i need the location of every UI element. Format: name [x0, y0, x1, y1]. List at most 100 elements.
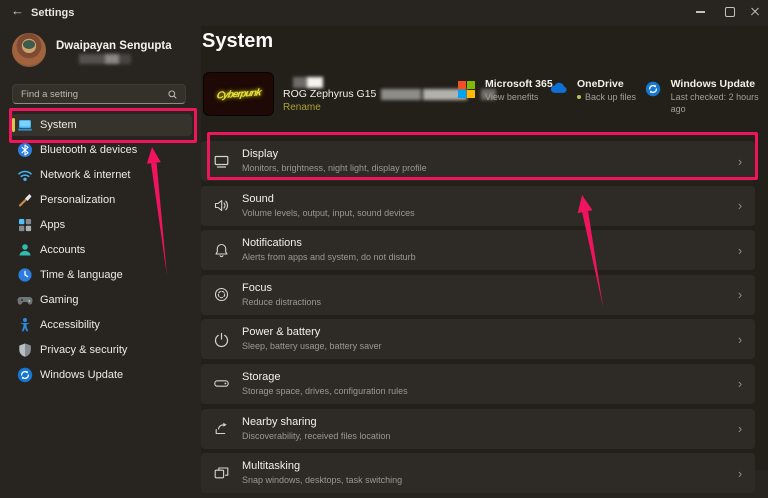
sidebar-item-label: Gaming	[40, 294, 79, 306]
settings-row-nearby-sharing[interactable]: Nearby sharing Discoverability, received …	[201, 409, 755, 449]
redacted-device-name	[293, 77, 323, 88]
benefit-title: Windows Update	[671, 78, 768, 91]
sidebar-item-label: Accounts	[40, 244, 85, 256]
row-title: Display	[242, 148, 725, 161]
row-subtitle: Discoverability, received files location	[242, 431, 725, 442]
personalization-icon	[17, 192, 33, 208]
minimize-icon	[696, 11, 705, 12]
sidebar-nav: System Bluetooth & devices Network & inter…	[10, 114, 192, 389]
search-box[interactable]	[12, 84, 186, 104]
cyberpunk-logo: Cyberpunk	[216, 87, 262, 101]
main-content: System Cyberpunk ROG Zephyrus G15 Rename…	[201, 26, 768, 470]
row-subtitle: Sleep, battery usage, battery saver	[242, 341, 725, 352]
rename-link[interactable]: Rename	[283, 102, 321, 113]
chevron-right-icon: ›	[725, 466, 755, 481]
sidebar-item-personalization[interactable]: Personalization	[10, 189, 192, 211]
profile-name: Dwaipayan Sengupta	[56, 40, 172, 52]
multitasking-icon	[213, 465, 230, 482]
sidebar-item-label: Network & internet	[40, 169, 130, 181]
notifications-icon	[213, 242, 230, 259]
network-icon	[17, 167, 33, 183]
close-icon	[750, 7, 760, 17]
sidebar-item-label: Bluetooth & devices	[40, 144, 137, 156]
onedrive-icon	[550, 81, 568, 99]
search-input[interactable]	[13, 89, 167, 100]
chevron-right-icon: ›	[725, 154, 755, 169]
row-subtitle: Storage space, drives, configuration rul…	[242, 386, 725, 397]
close-button[interactable]	[742, 0, 768, 24]
sidebar-item-network-internet[interactable]: Network & internet	[10, 164, 192, 186]
sidebar: Dwaipayan Sengupta System Bluetooth & dev…	[0, 26, 201, 470]
sidebar-item-privacy-security[interactable]: Privacy & security	[10, 339, 192, 361]
apps-icon	[17, 217, 33, 233]
avatar[interactable]	[12, 33, 46, 67]
focus-icon	[213, 286, 230, 303]
accounts-icon	[17, 242, 33, 258]
windowsupdate-icon	[645, 81, 662, 99]
row-title: Power & battery	[242, 326, 725, 339]
gaming-icon	[17, 292, 33, 308]
back-arrow-icon[interactable]: ←	[11, 3, 24, 18]
sidebar-item-label: System	[40, 119, 77, 131]
chevron-right-icon: ›	[725, 421, 755, 436]
benefit-microsoft-365[interactable]: Microsoft 365View benefits	[458, 78, 553, 103]
benefit-windows-update[interactable]: Windows UpdateLast checked: 2 hours ago	[645, 78, 768, 115]
row-subtitle: Reduce distractions	[242, 297, 725, 308]
settings-row-focus[interactable]: FocusReduce distractions›	[201, 275, 755, 315]
benefit-title: OneDrive	[577, 78, 636, 91]
sidebar-item-gaming[interactable]: Gaming	[10, 289, 192, 311]
app-title: Settings	[31, 7, 74, 19]
selection-indicator	[12, 118, 15, 132]
chevron-right-icon: ›	[725, 287, 755, 302]
settings-row-storage[interactable]: StorageStorage space, drives, configurat…	[201, 364, 755, 404]
sidebar-item-label: Apps	[40, 219, 65, 231]
row-subtitle: Volume levels, output, input, sound devi…	[242, 208, 725, 219]
privacy-icon	[17, 342, 33, 358]
benefit-subtitle[interactable]: Back up files	[577, 91, 636, 103]
redacted-email	[79, 54, 131, 64]
titlebar: ← Settings	[0, 0, 768, 26]
sidebar-item-system[interactable]: System	[10, 114, 192, 136]
sidebar-item-accessibility[interactable]: Accessibility	[10, 314, 192, 336]
sidebar-item-label: Accessibility	[40, 319, 100, 331]
settings-row-sound[interactable]: Sound Volume levels, output, input, sound…	[201, 186, 755, 226]
bluetooth-icon	[17, 142, 33, 158]
page-title: System	[202, 30, 273, 53]
chevron-right-icon: ›	[725, 332, 755, 347]
sidebar-item-label: Windows Update	[40, 369, 123, 381]
sidebar-item-time-language[interactable]: Time & language	[10, 264, 192, 286]
device-model: ROG Zephyrus G15	[283, 88, 376, 100]
minimize-button[interactable]	[684, 0, 716, 24]
sidebar-item-windows-update[interactable]: Windows Update	[10, 364, 192, 386]
time-icon	[17, 267, 33, 283]
settings-rows: DisplayMonitors, brightness, night light…	[201, 141, 755, 498]
maximize-icon	[725, 7, 735, 17]
storage-icon	[213, 375, 230, 392]
system-icon	[17, 117, 33, 133]
device-wallpaper-thumbnail: Cyberpunk	[203, 72, 274, 116]
sidebar-item-label: Personalization	[40, 194, 115, 206]
accessibility-icon	[17, 317, 33, 333]
sidebar-item-label: Privacy & security	[40, 344, 127, 356]
sidebar-item-label: Time & language	[40, 269, 123, 281]
settings-row-multitasking[interactable]: MultitaskingSnap windows, desktops, task…	[201, 453, 755, 493]
row-title: Multitasking	[242, 460, 725, 473]
settings-row-notifications[interactable]: NotificationsAlerts from apps and system…	[201, 230, 755, 270]
benefit-subtitle[interactable]: View benefits	[485, 91, 553, 103]
chevron-right-icon: ›	[725, 198, 755, 213]
sidebar-item-apps[interactable]: Apps	[10, 214, 192, 236]
ms365-icon	[458, 81, 476, 99]
benefit-onedrive[interactable]: OneDriveBack up files	[550, 78, 636, 103]
nearby-icon	[213, 420, 230, 437]
chevron-right-icon: ›	[725, 243, 755, 258]
settings-row-display[interactable]: DisplayMonitors, brightness, night light…	[201, 141, 755, 181]
benefit-subtitle[interactable]: Last checked: 2 hours ago	[671, 91, 768, 115]
row-subtitle: Alerts from apps and system, do not dist…	[242, 252, 725, 263]
display-icon	[213, 153, 230, 170]
sidebar-item-bluetooth-devices[interactable]: Bluetooth & devices	[10, 139, 192, 161]
sidebar-item-accounts[interactable]: Accounts	[10, 239, 192, 261]
settings-row-power-battery[interactable]: Power & battery Sleep, battery usage, bat…	[201, 319, 755, 359]
row-title: Nearby sharing	[242, 416, 725, 429]
row-title: Sound	[242, 193, 725, 206]
benefit-title: Microsoft 365	[485, 78, 553, 91]
